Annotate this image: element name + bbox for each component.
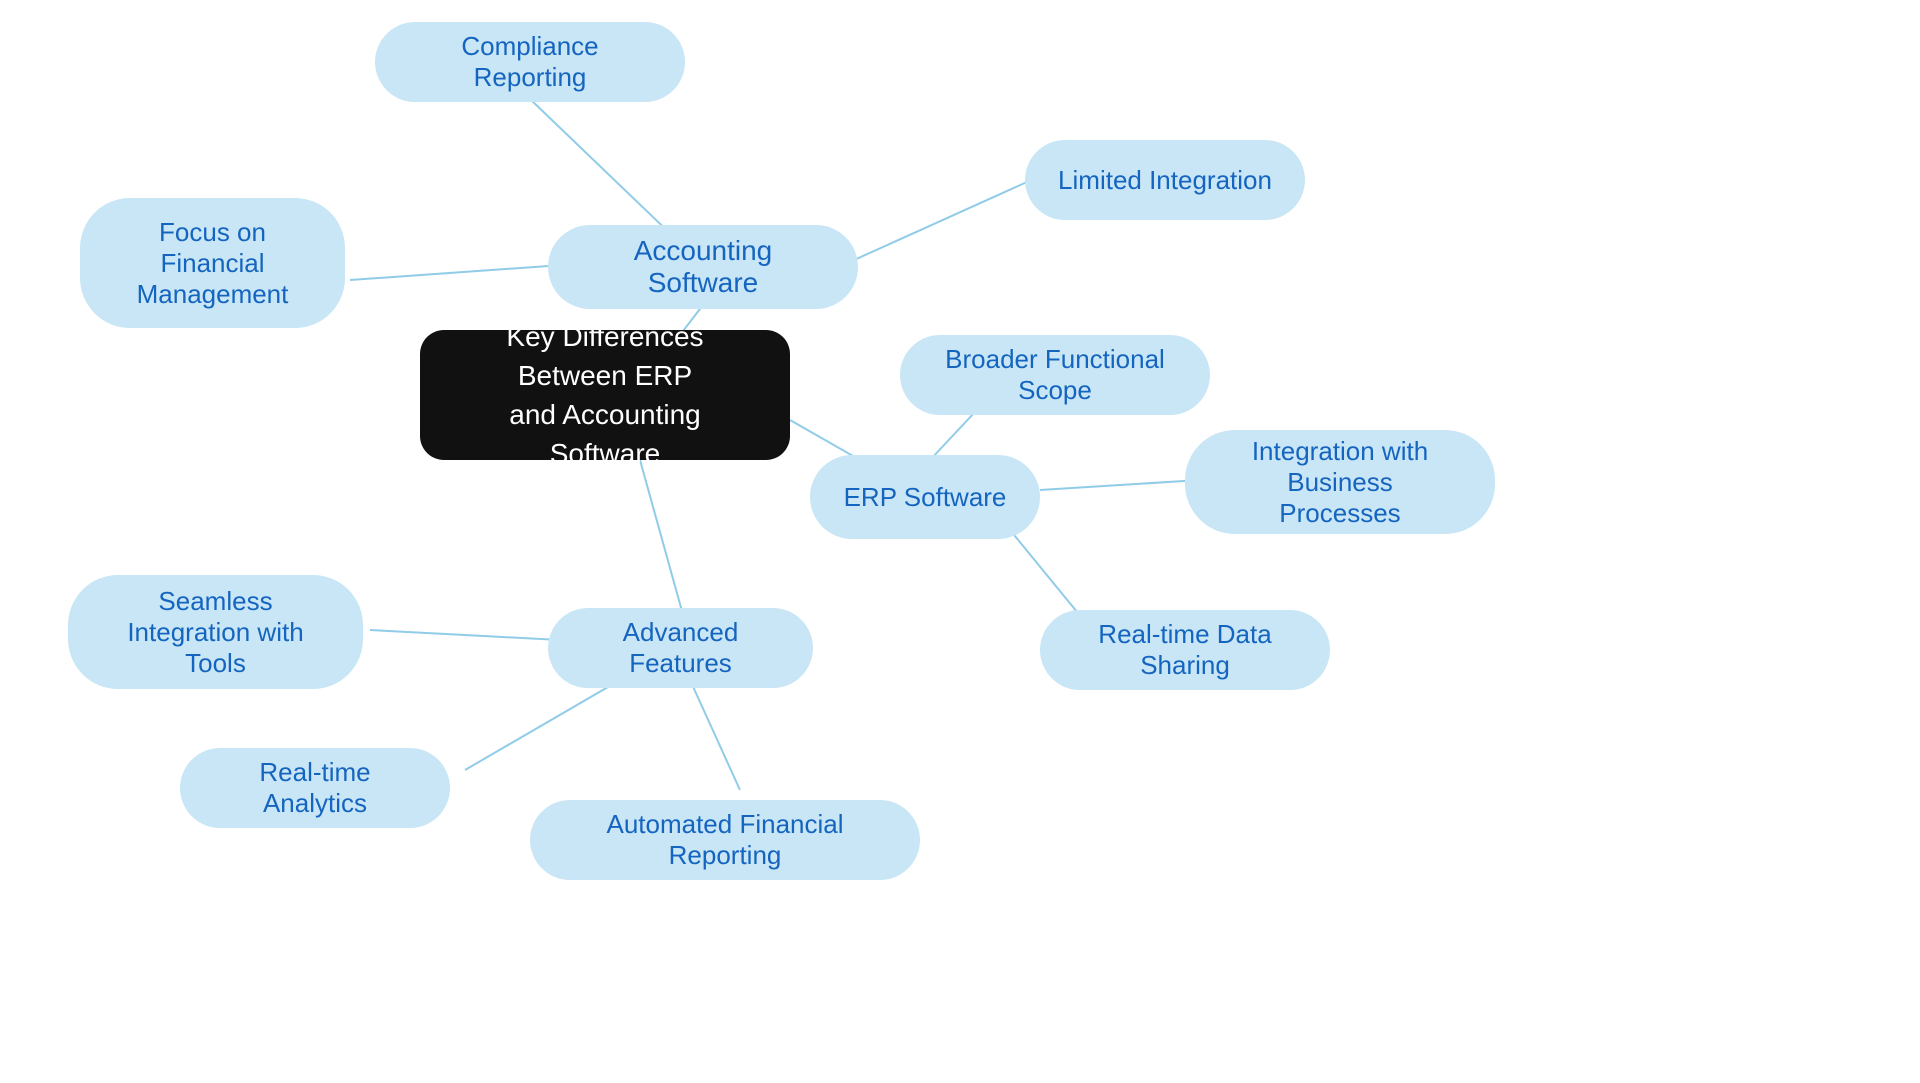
seamless-integration-node: Seamless Integration withTools [68, 575, 363, 689]
automated-financial-label: Automated Financial Reporting [560, 809, 890, 871]
center-label: Key Differences Between ERPand Accountin… [460, 317, 750, 474]
center-node: Key Differences Between ERPand Accountin… [420, 330, 790, 460]
seamless-integration-label: Seamless Integration withTools [98, 586, 333, 679]
realtime-data-node: Real-time Data Sharing [1040, 610, 1330, 690]
realtime-analytics-node: Real-time Analytics [180, 748, 450, 828]
limited-integration-node: Limited Integration [1025, 140, 1305, 220]
automated-financial-node: Automated Financial Reporting [530, 800, 920, 880]
accounting-software-label: Accounting Software [578, 235, 828, 299]
realtime-analytics-label: Real-time Analytics [210, 757, 420, 819]
focus-financial-node: Focus on FinancialManagement [80, 198, 345, 328]
erp-software-label: ERP Software [844, 482, 1007, 513]
advanced-features-label: Advanced Features [578, 617, 783, 679]
compliance-reporting-node: Compliance Reporting [375, 22, 685, 102]
broader-functional-label: Broader Functional Scope [930, 344, 1180, 406]
compliance-reporting-label: Compliance Reporting [405, 31, 655, 93]
accounting-software-node: Accounting Software [548, 225, 858, 309]
focus-financial-label: Focus on FinancialManagement [110, 217, 315, 310]
limited-integration-label: Limited Integration [1058, 165, 1272, 196]
broader-functional-node: Broader Functional Scope [900, 335, 1210, 415]
advanced-features-node: Advanced Features [548, 608, 813, 688]
erp-software-node: ERP Software [810, 455, 1040, 539]
integration-business-label: Integration with BusinessProcesses [1215, 436, 1465, 529]
integration-business-node: Integration with BusinessProcesses [1185, 430, 1495, 534]
realtime-data-label: Real-time Data Sharing [1070, 619, 1300, 681]
